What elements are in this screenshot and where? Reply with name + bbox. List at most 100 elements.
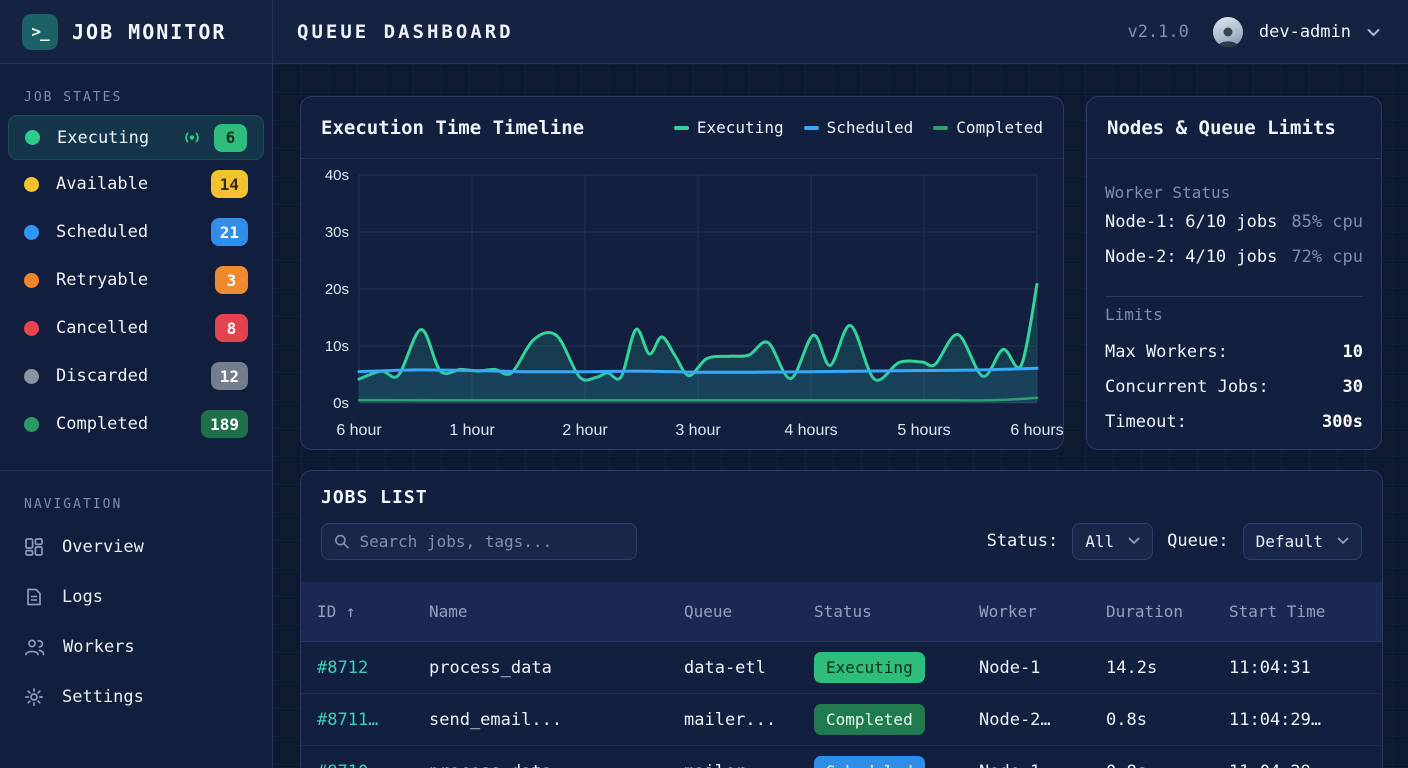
status-badge: Completed — [814, 704, 925, 735]
table-row[interactable]: #8712 process_data data-etl Executing No… — [301, 642, 1382, 694]
timeline-card-title: Execution Time Timeline — [321, 116, 585, 139]
nodes-card-title: Nodes & Queue Limits — [1107, 116, 1336, 139]
table-row[interactable]: #8710 process_data mailer Scheduled Node… — [301, 746, 1382, 768]
sidebar-item-settings[interactable]: Settings — [0, 672, 272, 722]
executing-dash-icon — [673, 125, 689, 130]
cancelled-dot-icon — [24, 320, 39, 336]
chart-legend: Executing Scheduled Completed — [673, 118, 1043, 137]
sidebar-item-workers[interactable]: Workers — [0, 622, 272, 672]
job-count-badge: 6 — [214, 123, 247, 152]
nodes-divider — [1105, 296, 1363, 297]
job-count-badge: 12 — [210, 362, 248, 390]
sidebar-item-logs[interactable]: Logs — [0, 572, 272, 622]
job-name: process_data — [429, 657, 552, 678]
scheduled-dash-icon — [803, 125, 819, 130]
logs-file-icon — [27, 588, 41, 606]
nav-label: Logs — [62, 587, 103, 607]
nav-label: Workers — [63, 637, 135, 657]
sidebar-item-available[interactable]: Available 14 — [0, 160, 272, 208]
status-filter-select[interactable]: All — [1072, 522, 1154, 560]
legend-item-scheduled: Scheduled — [803, 118, 913, 137]
queue-filter-select[interactable]: Default — [1242, 522, 1362, 560]
jobs-table-header: ID ↑ Name Queue Status Worker Duration S… — [301, 582, 1382, 642]
top-header: >_ JOB MONITOR QUEUE DASHBOARD v2.1.0 de… — [0, 0, 1408, 64]
sidebar-item-overview[interactable]: Overview — [0, 522, 272, 572]
main-content: Execution Time Timeline Executing Schedu… — [273, 64, 1408, 768]
avatar[interactable] — [1212, 16, 1243, 47]
user-menu[interactable]: dev-admin — [1259, 22, 1351, 42]
app-logo: >_ JOB MONITOR — [0, 0, 273, 63]
job-queue: mailer... — [684, 709, 777, 730]
executing-dot-icon — [25, 130, 40, 145]
person-silhouette-icon — [1217, 27, 1238, 47]
chevron-down-icon — [1337, 537, 1349, 545]
version-label: v2.1.0 — [1127, 21, 1189, 42]
y-axis-tick-label: 40s — [325, 167, 349, 184]
y-axis-tick-label: 20s — [325, 281, 349, 298]
table-row[interactable]: #8711… send_email... mailer... Completed… — [301, 694, 1382, 746]
job-state-label: Retryable — [56, 270, 149, 290]
live-broadcast-icon — [185, 132, 199, 143]
x-axis-tick-label: 2 hour — [562, 422, 608, 439]
page-title: QUEUE DASHBOARD — [297, 20, 514, 43]
worker-row-node-1: Node-1: 6/10 jobs 85% cpu — [1105, 212, 1363, 232]
legend-item-executing: Executing — [673, 118, 784, 137]
job-states-section-label: JOB STATES — [24, 90, 123, 105]
column-header-start-time[interactable]: Start Time — [1229, 602, 1382, 621]
job-state-label: Available — [56, 174, 149, 194]
chevron-down-icon — [1128, 537, 1140, 545]
retryable-dot-icon — [24, 272, 39, 288]
job-id-link[interactable]: #8711… — [317, 710, 429, 730]
execution-timeline-chart: 6 hour 1 hour 2 hour 3 hour 4 hours 5 hours 6 … — [325, 167, 1064, 439]
job-count-badge: 14 — [210, 170, 248, 198]
x-axis-tick-label: 5 hours — [897, 422, 950, 439]
job-id-link[interactable]: #8712 — [317, 658, 429, 678]
job-queue: mailer — [684, 762, 814, 768]
column-header-status[interactable]: Status — [814, 602, 979, 621]
navigation-section-label: NAVIGATION — [24, 497, 123, 512]
workers-people-icon — [25, 639, 45, 656]
job-worker: Node-2… — [979, 709, 1051, 730]
overview-grid-icon — [25, 538, 43, 556]
sidebar-item-discarded[interactable]: Discarded 12 — [0, 352, 272, 400]
x-axis-tick-label: 1 hour — [449, 422, 495, 439]
x-axis-tick-label: 6 hours — [1010, 422, 1063, 439]
nav-label: Overview — [62, 537, 144, 557]
settings-gear-icon — [24, 687, 44, 707]
job-name: process_data — [429, 762, 684, 768]
job-name: send_email... — [429, 709, 563, 730]
worker-status-label: Worker Status — [1105, 183, 1231, 202]
sidebar-item-executing[interactable]: Executing 6 — [8, 115, 264, 160]
sidebar-item-completed[interactable]: Completed 189 — [0, 400, 272, 448]
limit-row-max-workers: Max Workers: 10 — [1105, 341, 1363, 362]
limit-row-concurrent-jobs: Concurrent Jobs: 30 — [1105, 376, 1363, 397]
scheduled-dot-icon — [24, 224, 39, 240]
available-dot-icon — [24, 176, 39, 192]
y-axis-tick-label: 0s — [333, 395, 349, 412]
column-header-name[interactable]: Name — [429, 602, 684, 621]
column-header-duration[interactable]: Duration — [1106, 602, 1229, 621]
sidebar-item-scheduled[interactable]: Scheduled 21 — [0, 208, 272, 256]
job-state-label: Scheduled — [56, 222, 149, 242]
column-header-queue[interactable]: Queue — [684, 602, 814, 621]
completed-dash-icon — [933, 125, 949, 130]
chevron-down-icon[interactable] — [1367, 22, 1380, 41]
column-header-worker[interactable]: Worker — [979, 602, 1106, 621]
job-id-link[interactable]: #8710 — [317, 762, 429, 768]
x-axis-tick-label: 4 hours — [784, 422, 837, 439]
y-axis-tick-label: 30s — [325, 224, 349, 241]
job-start-time: 11:04:29… — [1229, 709, 1322, 730]
status-badge: Executing — [814, 652, 925, 683]
x-axis-tick-label: 6 hour — [336, 422, 382, 439]
status-badge: Scheduled — [814, 756, 925, 768]
search-box — [321, 522, 637, 560]
nodes-limits-card: Nodes & Queue Limits Worker Status Node-… — [1086, 96, 1382, 450]
sidebar-item-cancelled[interactable]: Cancelled 8 — [0, 304, 272, 352]
search-input[interactable] — [359, 531, 624, 551]
column-header-id[interactable]: ID ↑ — [317, 602, 429, 621]
sidebar: JOB STATES Executing 6 Available 14 Sche… — [0, 64, 273, 768]
legend-item-completed: Completed — [933, 118, 1043, 137]
sidebar-item-retryable[interactable]: Retryable 3 — [0, 256, 272, 304]
y-axis-tick-label: 10s — [325, 338, 349, 355]
timeline-card: Execution Time Timeline Executing Schedu… — [300, 96, 1064, 450]
